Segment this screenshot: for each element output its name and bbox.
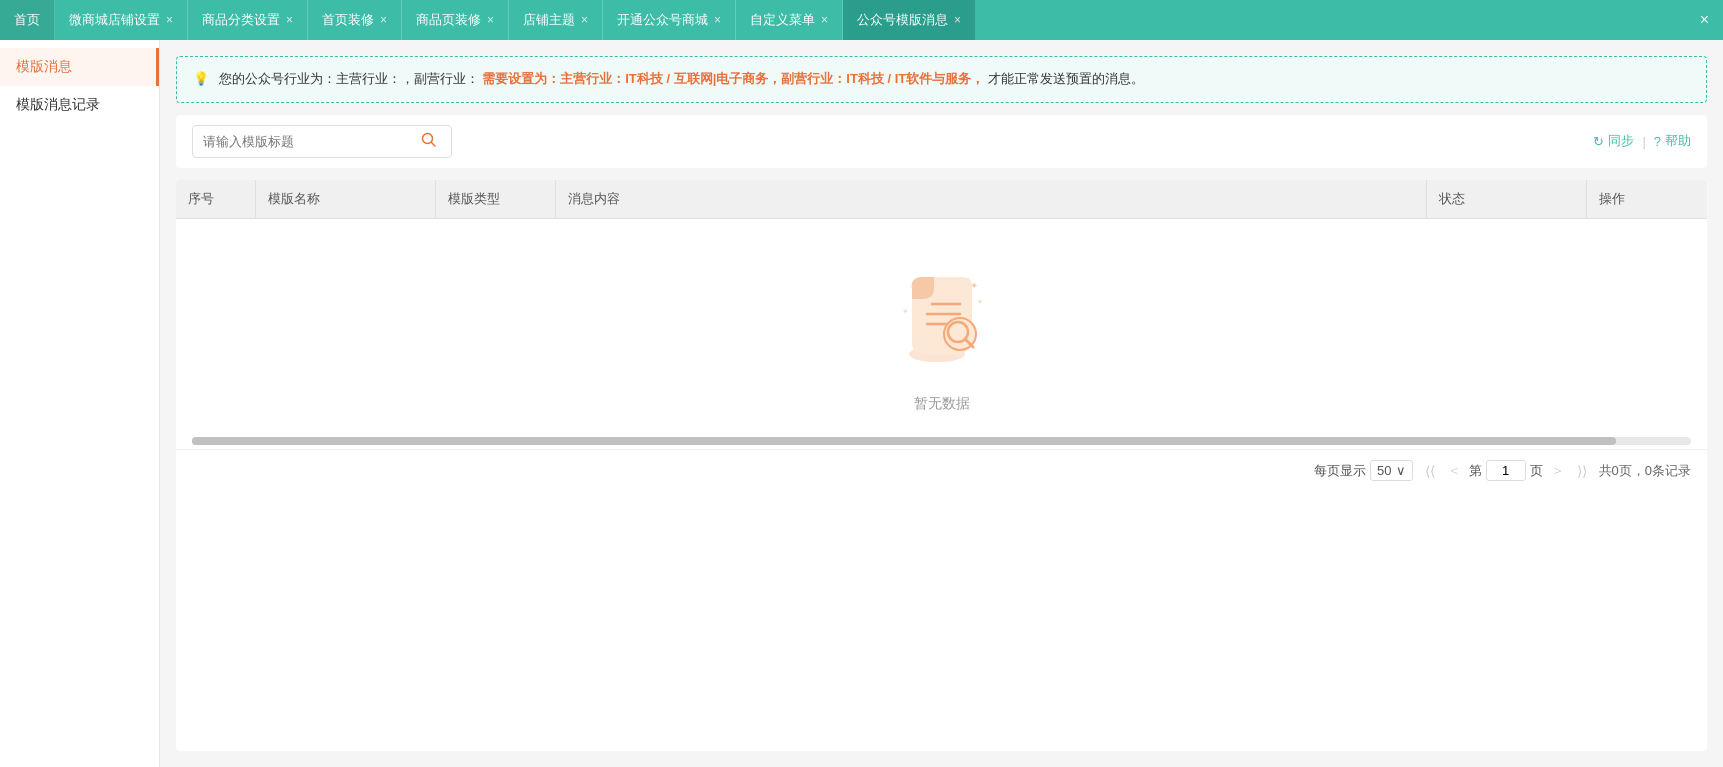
nav-tab-custom-menu-close[interactable]: × (821, 13, 828, 27)
notice-prefix: 您的公众号行业为：主营行业：，副营行业： (219, 71, 479, 86)
nav-tab-custom-menu[interactable]: 自定义菜单 × (736, 0, 843, 40)
scrollbar-thumb[interactable] (192, 437, 1616, 445)
nav-tab-weishop-label: 微商城店铺设置 (69, 11, 160, 29)
empty-illustration: ✦ ✦ ✦ (882, 259, 1002, 379)
chevron-down-icon: ∨ (1396, 463, 1406, 478)
nav-tab-template-msg-close[interactable]: × (954, 13, 961, 27)
horizontal-scrollbar[interactable] (192, 437, 1691, 445)
top-navigation: 首页 微商城店铺设置 × 商品分类设置 × 首页装修 × 商品页装修 × 店铺主… (0, 0, 1723, 40)
nav-tab-category-label: 商品分类设置 (202, 11, 280, 29)
per-page-dropdown[interactable]: 50 ∨ (1370, 460, 1412, 481)
total-info: 共0页，0条记录 (1599, 462, 1691, 480)
next-page-button[interactable]: ＞ (1547, 460, 1569, 482)
empty-text: 暂无数据 (914, 395, 970, 413)
last-page-button[interactable]: ⟩⟩ (1573, 461, 1591, 481)
nav-tab-category-close[interactable]: × (286, 13, 293, 27)
page-unit: 页 (1530, 462, 1543, 480)
data-table: 序号 模版名称 模版类型 消息内容 状态 操作 (176, 180, 1707, 751)
notice-highlight: 需要设置为：主营行业：IT科技 / 互联网|电子商务，副营行业：IT科技 / I… (482, 71, 984, 86)
main-content: 💡 您的公众号行业为：主营行业：，副营行业： 需要设置为：主营行业：IT科技 /… (160, 40, 1723, 767)
sidebar-item-template-record[interactable]: 模版消息记录 (0, 86, 159, 124)
prev-page-button[interactable]: ＜ (1443, 460, 1465, 482)
nav-tab-category[interactable]: 商品分类设置 × (188, 0, 308, 40)
svg-text:✦: ✦ (970, 280, 978, 291)
main-layout: 模版消息 模版消息记录 💡 您的公众号行业为：主营行业：，副营行业： 需要设置为… (0, 40, 1723, 767)
close-all-tabs-button[interactable]: × (1686, 11, 1723, 29)
col-type: 模版类型 (436, 180, 556, 218)
notice-banner: 💡 您的公众号行业为：主营行业：，副营行业： 需要设置为：主营行业：IT科技 /… (176, 56, 1707, 103)
nav-tab-weishop[interactable]: 微商城店铺设置 × (55, 0, 188, 40)
sync-icon: ↻ (1593, 134, 1604, 149)
sidebar-item-template-record-label: 模版消息记录 (16, 96, 100, 112)
col-action: 操作 (1587, 180, 1707, 218)
nav-tab-home[interactable]: 首页 (0, 0, 55, 40)
svg-line-1 (432, 142, 436, 146)
nav-tab-homepage-decor-close[interactable]: × (380, 13, 387, 27)
nav-tab-theme-close[interactable]: × (581, 13, 588, 27)
search-button[interactable] (413, 126, 445, 157)
help-label: 帮助 (1665, 132, 1691, 150)
nav-tab-homepage-decor[interactable]: 首页装修 × (308, 0, 402, 40)
per-page-select: 每页显示 50 ∨ (1314, 460, 1412, 481)
nav-tab-product-decor-close[interactable]: × (487, 13, 494, 27)
per-page-value: 50 (1377, 463, 1391, 478)
toolbar-divider: | (1642, 134, 1645, 149)
svg-text:✦: ✦ (902, 307, 909, 316)
col-content: 消息内容 (556, 180, 1427, 218)
nav-tab-product-decor-label: 商品页装修 (416, 11, 481, 29)
table-header: 序号 模版名称 模版类型 消息内容 状态 操作 (176, 180, 1707, 219)
notice-suffix: 才能正常发送预置的消息。 (988, 71, 1144, 86)
nav-tab-open-mall-close[interactable]: × (714, 13, 721, 27)
pagination: 每页显示 50 ∨ ⟨⟨ ＜ 第 页 ＞ ⟩⟩ 共0页，0条记录 (176, 449, 1707, 492)
nav-tab-theme[interactable]: 店铺主题 × (509, 0, 603, 40)
nav-tab-product-decor[interactable]: 商品页装修 × (402, 0, 509, 40)
search-input-wrap (192, 125, 452, 158)
col-seq: 序号 (176, 180, 256, 218)
sync-label: 同步 (1608, 132, 1634, 150)
empty-state: ✦ ✦ ✦ 暂无数据 (176, 219, 1707, 433)
nav-tab-home-label: 首页 (14, 11, 40, 29)
nav-tab-open-mall[interactable]: 开通公众号商城 × (603, 0, 736, 40)
page-input[interactable] (1486, 460, 1526, 481)
toolbar-right: ↻ 同步 | ? 帮助 (1593, 132, 1691, 150)
svg-text:✦: ✦ (977, 298, 983, 305)
page-navigation: ⟨⟨ ＜ 第 页 ＞ ⟩⟩ (1421, 460, 1591, 482)
nav-tab-homepage-decor-label: 首页装修 (322, 11, 374, 29)
per-page-label: 每页显示 (1314, 462, 1366, 480)
help-button[interactable]: ? 帮助 (1654, 132, 1691, 150)
col-status: 状态 (1427, 180, 1587, 218)
sidebar-item-template-msg-label: 模版消息 (16, 58, 72, 74)
sidebar: 模版消息 模版消息记录 (0, 40, 160, 767)
nav-tab-custom-menu-label: 自定义菜单 (750, 11, 815, 29)
first-page-button[interactable]: ⟨⟨ (1421, 461, 1439, 481)
nav-tab-template-msg-label: 公众号模版消息 (857, 11, 948, 29)
nav-tab-weishop-close[interactable]: × (166, 13, 173, 27)
nav-tab-theme-label: 店铺主题 (523, 11, 575, 29)
sidebar-item-template-msg[interactable]: 模版消息 (0, 48, 159, 86)
nav-tab-template-msg[interactable]: 公众号模版消息 × (843, 0, 976, 40)
search-bar: ↻ 同步 | ? 帮助 (176, 115, 1707, 168)
sync-button[interactable]: ↻ 同步 (1593, 132, 1634, 150)
help-icon: ? (1654, 134, 1661, 149)
search-input[interactable] (193, 128, 413, 155)
col-name: 模版名称 (256, 180, 436, 218)
nav-tab-open-mall-label: 开通公众号商城 (617, 11, 708, 29)
page-label: 第 (1469, 462, 1482, 480)
notice-icon: 💡 (193, 71, 209, 86)
